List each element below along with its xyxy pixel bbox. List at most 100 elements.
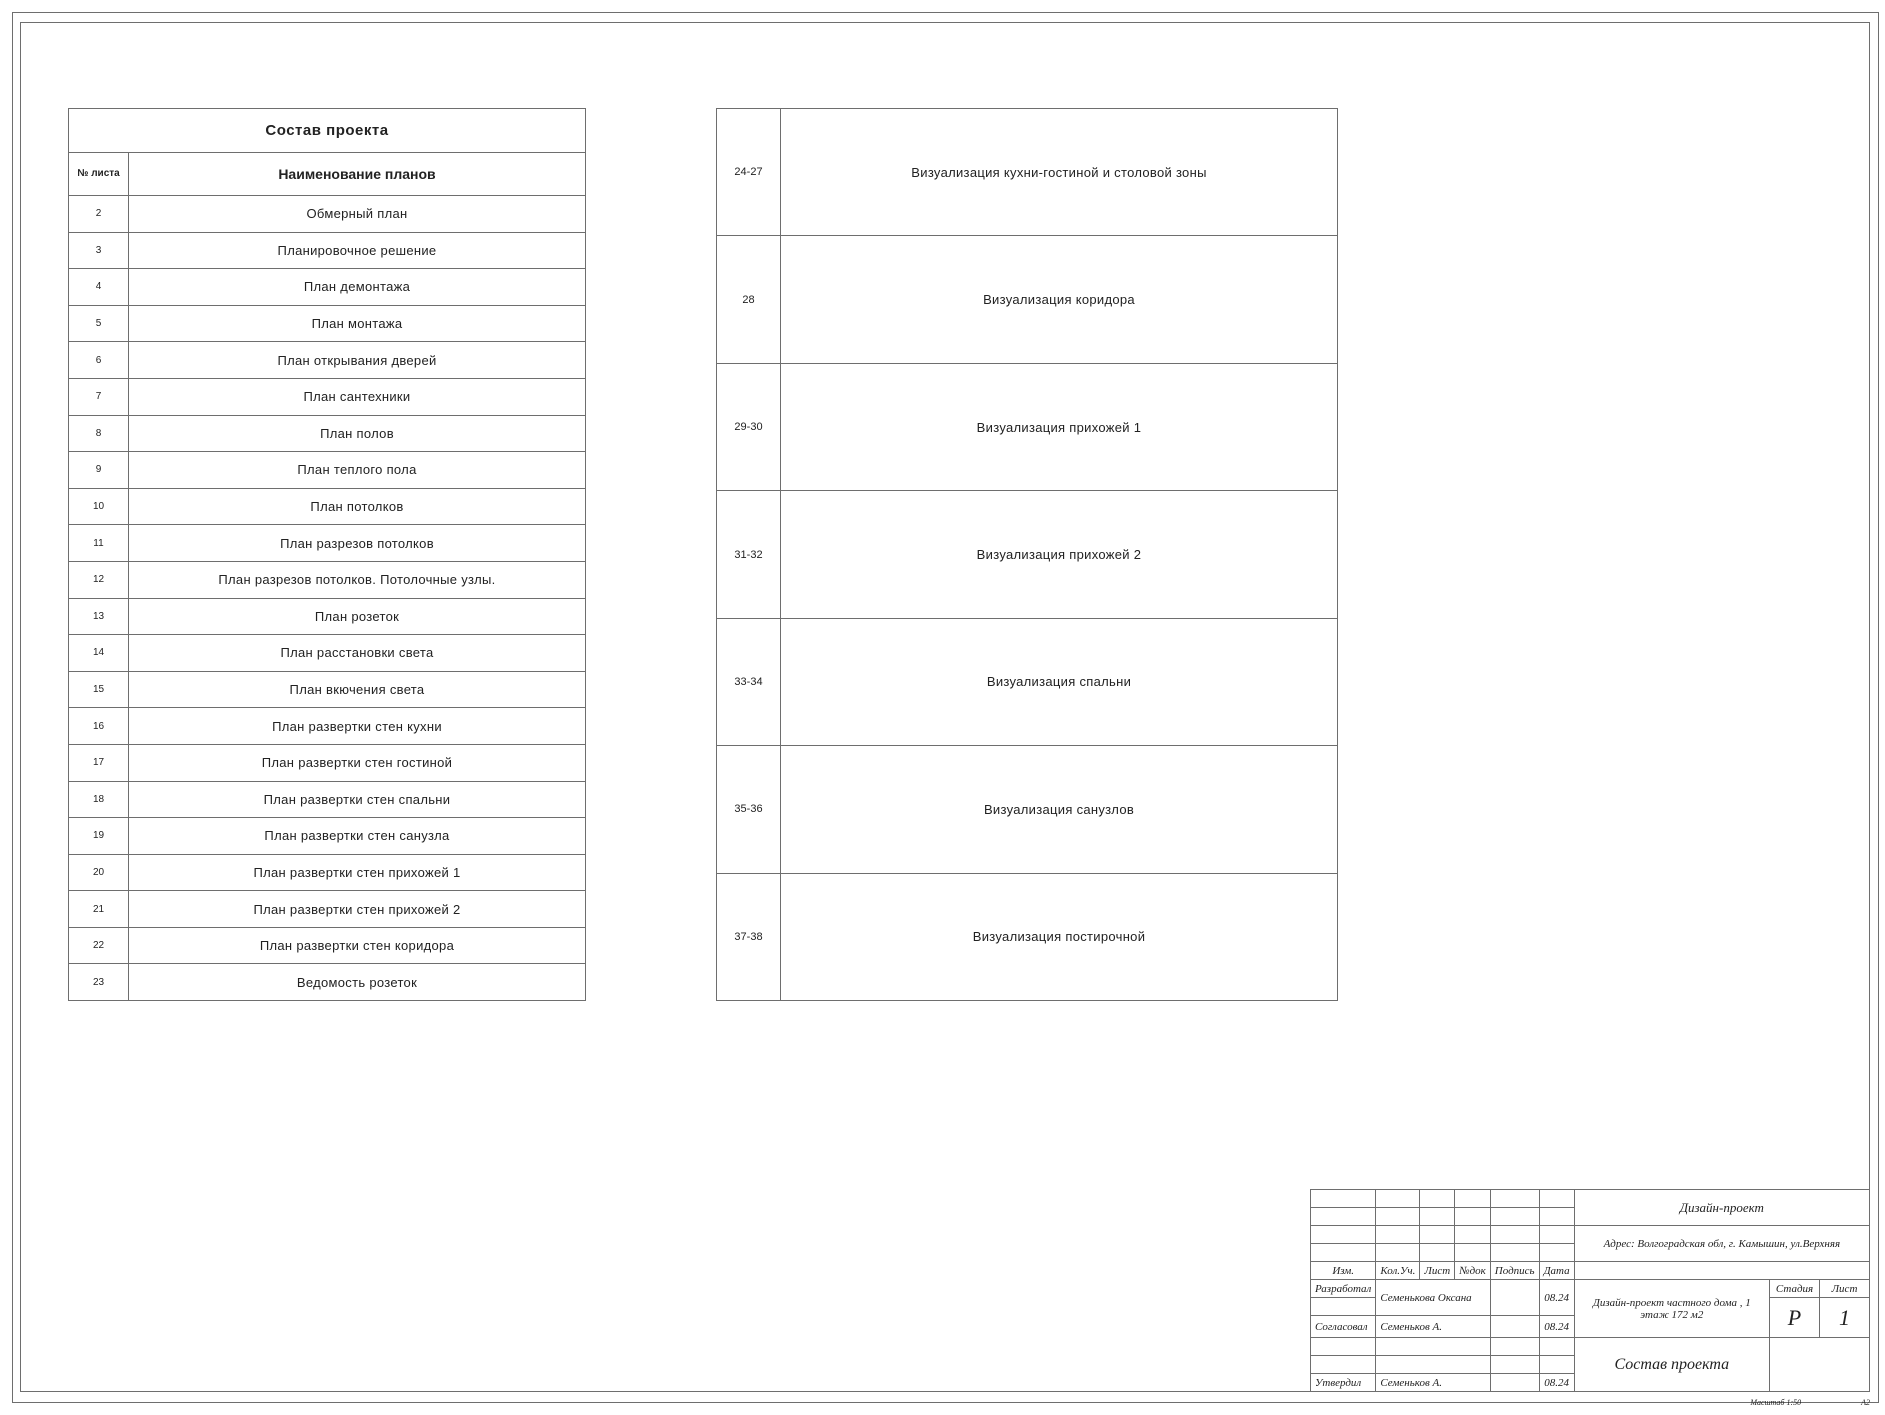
table-row: 31-32Визуализация прихожей 2 — [717, 491, 1338, 618]
table-row: 20План развертки стен прихожей 1 — [69, 854, 586, 891]
row-name: План развертки стен коридора — [129, 927, 586, 964]
tb-role: Утвердил — [1311, 1374, 1376, 1392]
title-block: Дизайн-проект Адрес: Волгоградская обл, … — [1310, 1189, 1870, 1392]
row-num: 20 — [69, 854, 129, 891]
tb-date: 08.24 — [1539, 1374, 1574, 1392]
table-row: 37-38Визуализация постирочной — [717, 873, 1338, 1000]
row-name: План развертки стен гостиной — [129, 744, 586, 781]
tb-name: Семеньков А. — [1376, 1374, 1490, 1392]
tb-name: Семеньков А. — [1376, 1316, 1490, 1338]
table-row: 18План развертки стен спальни — [69, 781, 586, 818]
row-name: План потолков — [129, 488, 586, 525]
row-name: План вкючения света — [129, 671, 586, 708]
tb-date: 08.24 — [1539, 1316, 1574, 1338]
tb-project-name: Дизайн-проект частного дома , 1 этаж 172… — [1574, 1280, 1769, 1338]
tb-address: Адрес: Волгоградская обл, г. Камышин, ул… — [1574, 1226, 1869, 1262]
tb-date: 08.24 — [1539, 1280, 1574, 1316]
row-name: План развертки стен прихожей 1 — [129, 854, 586, 891]
row-name: План розеток — [129, 598, 586, 635]
tb-sheet-title: Состав проекта — [1574, 1338, 1769, 1392]
tb-name: Семенькова Оксана — [1376, 1280, 1490, 1316]
row-num: 18 — [69, 781, 129, 818]
tb-hdr-podpis: Подпись — [1490, 1262, 1539, 1280]
row-name: Обмерный план — [129, 196, 586, 233]
row-num: 12 — [69, 561, 129, 598]
row-num: 8 — [69, 415, 129, 452]
tb-date — [1539, 1338, 1574, 1356]
row-num: 6 — [69, 342, 129, 379]
row-name: План открывания дверей — [129, 342, 586, 379]
table-row: 22План развертки стен коридора — [69, 927, 586, 964]
table-row: 28Визуализация коридора — [717, 236, 1338, 363]
table-row: 21План развертки стен прихожей 2 — [69, 891, 586, 928]
row-num: 28 — [717, 236, 781, 363]
tb-name — [1376, 1338, 1490, 1356]
table-row: 3Планировочное решение — [69, 232, 586, 269]
tb-stage-label: Стадия — [1770, 1280, 1820, 1298]
tb-hdr-data: Дата — [1539, 1262, 1574, 1280]
row-num: 17 — [69, 744, 129, 781]
row-num: 37-38 — [717, 873, 781, 1000]
contents-table-left: Состав проекта № листа Наименование план… — [68, 108, 586, 1001]
tb-format: А2 — [1861, 1398, 1870, 1407]
row-name: План развертки стен прихожей 2 — [129, 891, 586, 928]
row-num: 19 — [69, 818, 129, 855]
row-num: 21 — [69, 891, 129, 928]
row-name: План монтажа — [129, 305, 586, 342]
row-name: План полов — [129, 415, 586, 452]
table-title: Состав проекта — [69, 109, 586, 153]
row-name: План расстановки света — [129, 635, 586, 672]
row-num: 2 — [69, 196, 129, 233]
table-row: 12План разрезов потолков. Потолочные узл… — [69, 561, 586, 598]
tb-role: Согласовал — [1311, 1316, 1376, 1338]
table-row: 29-30Визуализация прихожей 1 — [717, 363, 1338, 490]
row-name: План развертки стен санузла — [129, 818, 586, 855]
col-header-num: № листа — [69, 153, 129, 196]
tb-hdr-list: Лист — [1420, 1262, 1455, 1280]
row-num: 3 — [69, 232, 129, 269]
table-row: 2Обмерный план — [69, 196, 586, 233]
tb-hdr-izm: Изм. — [1311, 1262, 1376, 1280]
row-name: План демонтажа — [129, 269, 586, 306]
row-num: 13 — [69, 598, 129, 635]
table-row: 33-34Визуализация спальни — [717, 618, 1338, 745]
table-row: 17План развертки стен гостиной — [69, 744, 586, 781]
row-name: План теплого пола — [129, 452, 586, 489]
row-name: Визуализация прихожей 1 — [781, 363, 1338, 490]
row-name: Визуализация прихожей 2 — [781, 491, 1338, 618]
row-num: 35-36 — [717, 746, 781, 873]
row-name: Визуализация кухни-гостиной и столовой з… — [781, 109, 1338, 236]
row-num: 16 — [69, 708, 129, 745]
table-row: 19План развертки стен санузла — [69, 818, 586, 855]
row-name: План разрезов потолков — [129, 525, 586, 562]
tb-role — [1311, 1338, 1376, 1356]
row-num: 31-32 — [717, 491, 781, 618]
table-row: 5План монтажа — [69, 305, 586, 342]
row-name: План разрезов потолков. Потолочные узлы. — [129, 561, 586, 598]
table-row: 16План развертки стен кухни — [69, 708, 586, 745]
table-row: 7План сантехники — [69, 378, 586, 415]
tb-role: Разработал — [1311, 1280, 1376, 1298]
row-name: Визуализация санузлов — [781, 746, 1338, 873]
table-row: 35-36Визуализация санузлов — [717, 746, 1338, 873]
row-num: 11 — [69, 525, 129, 562]
row-num: 9 — [69, 452, 129, 489]
table-row: 23Ведомость розеток — [69, 964, 586, 1001]
row-name: Ведомость розеток — [129, 964, 586, 1001]
col-header-name: Наименование планов — [129, 153, 586, 196]
tb-hdr-ndok: №док — [1455, 1262, 1491, 1280]
table-row: 11План разрезов потолков — [69, 525, 586, 562]
row-name: Планировочное решение — [129, 232, 586, 269]
tb-scale: Масштаб 1:50 — [1750, 1398, 1801, 1407]
table-row: 9План теплого пола — [69, 452, 586, 489]
table-row: 24-27Визуализация кухни-гостиной и столо… — [717, 109, 1338, 236]
row-num: 22 — [69, 927, 129, 964]
row-num: 5 — [69, 305, 129, 342]
row-name: Визуализация коридора — [781, 236, 1338, 363]
table-row: 13План розеток — [69, 598, 586, 635]
table-row: 8План полов — [69, 415, 586, 452]
row-name: Визуализация спальни — [781, 618, 1338, 745]
row-name: Визуализация постирочной — [781, 873, 1338, 1000]
row-num: 24-27 — [717, 109, 781, 236]
table-row: 6План открывания дверей — [69, 342, 586, 379]
